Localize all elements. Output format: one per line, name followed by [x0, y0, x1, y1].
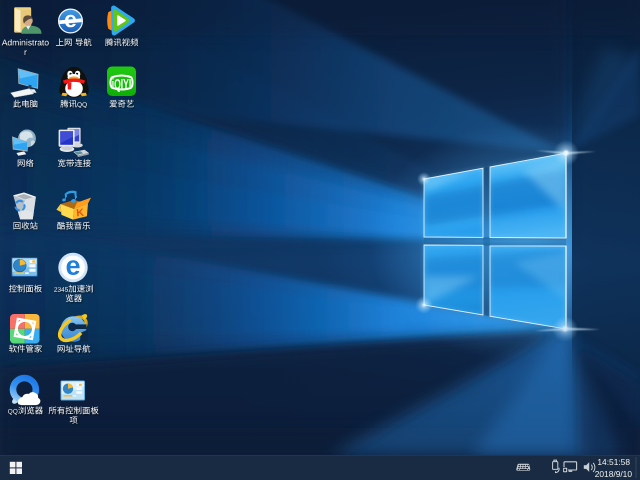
svg-text:14:51:58: 14:51:58 — [597, 457, 630, 467]
svg-text:iQIYI: iQIYI — [112, 75, 132, 92]
svg-text:K: K — [76, 207, 85, 220]
svg-text:2018/9/10: 2018/9/10 — [595, 469, 633, 479]
